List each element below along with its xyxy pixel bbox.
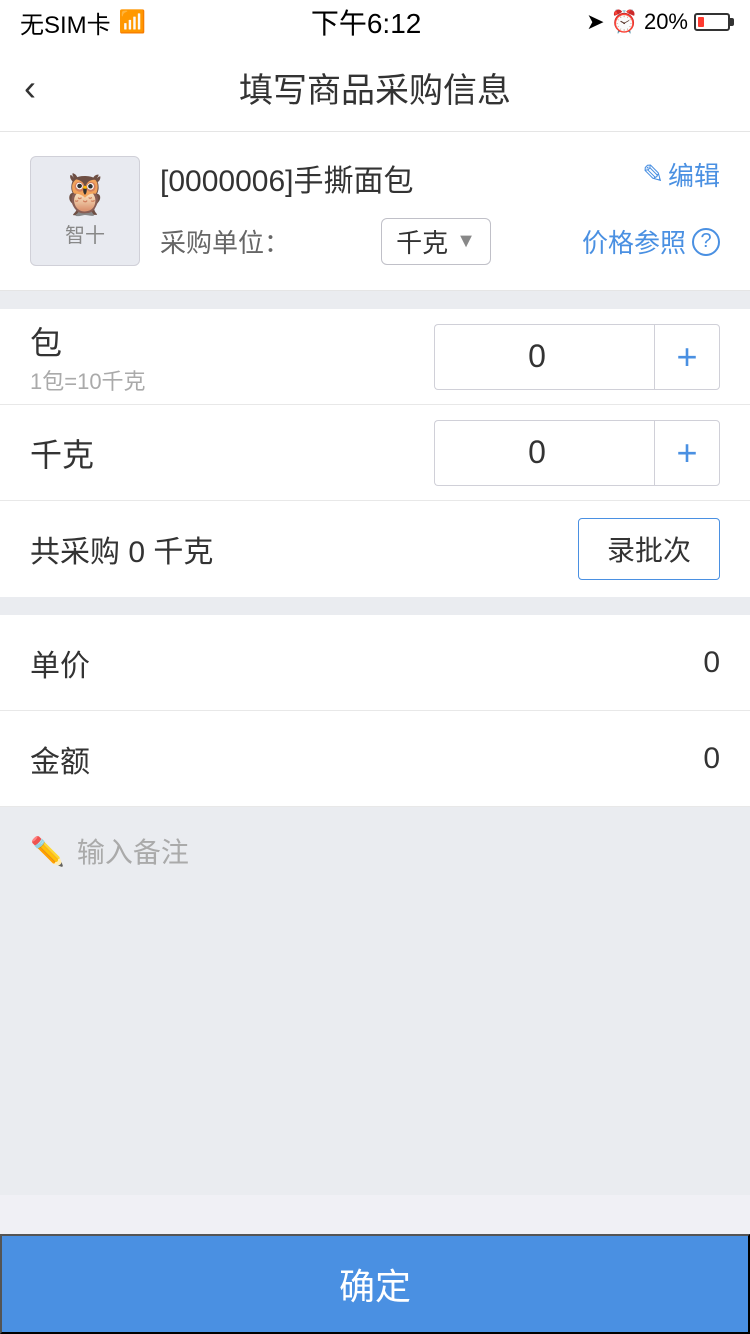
price-section: 单价 0 金额 0	[0, 615, 750, 807]
remark-placeholder: 输入备注	[77, 831, 189, 871]
remark-section[interactable]: ✏️ 输入备注	[0, 807, 750, 895]
unit-price-value: 0	[703, 646, 720, 680]
wifi-icon: 📶	[119, 9, 146, 35]
status-bar: 无SIM卡 📶 下午6:12 ➤ ⏰ 20%	[0, 0, 750, 44]
page-title: 填写商品采购信息	[239, 63, 511, 112]
bao-main-label: 包	[30, 318, 170, 364]
pencil-icon: ✏️	[30, 835, 65, 868]
product-logo-icon: 🦉	[60, 175, 110, 215]
bao-sub-label: 1包=10千克	[30, 364, 170, 396]
kilogram-input-right: +	[170, 420, 720, 486]
product-name-row: [0000006]手撕面包 ✎ 编辑	[160, 156, 720, 200]
amount-label: 金额	[30, 737, 90, 781]
input-section: 包 1包=10千克 + 千克 + 共采购 0 千克 录批次	[0, 309, 750, 597]
product-card: 🦉 智十 [0000006]手撕面包 ✎ 编辑 采购单位： 千克 ▼ 价格参照 …	[0, 132, 750, 291]
purchase-unit-row: 采购单位： 千克 ▼ 价格参照 ?	[160, 218, 720, 265]
unit-price-row: 单价 0	[0, 615, 750, 711]
edit-button[interactable]: ✎ 编辑	[642, 156, 720, 193]
back-button[interactable]: ‹	[24, 67, 36, 109]
unit-value: 千克	[396, 223, 448, 260]
bao-label-group: 包 1包=10千克	[30, 318, 170, 396]
dropdown-arrow-icon: ▼	[456, 230, 476, 253]
kilogram-plus-button[interactable]: +	[654, 420, 720, 486]
product-image: 🦉 智十	[30, 156, 140, 266]
status-right: ➤ ⏰ 20%	[586, 9, 730, 35]
empty-area	[0, 895, 750, 1195]
summary-row: 共采购 0 千克 录批次	[0, 501, 750, 597]
batch-button[interactable]: 录批次	[578, 518, 720, 580]
status-time: 下午6:12	[311, 2, 422, 42]
alarm-icon: ⏰	[611, 9, 638, 35]
kilogram-quantity-input[interactable]	[434, 420, 654, 486]
unit-label: 采购单位：	[160, 223, 290, 260]
summary-text: 共采购 0 千克	[30, 527, 213, 571]
bao-quantity-input[interactable]	[434, 324, 654, 390]
kilogram-main-label: 千克	[30, 430, 170, 476]
location-icon: ➤	[586, 9, 604, 35]
edit-icon: ✎	[642, 159, 664, 190]
unit-price-label: 单价	[30, 641, 90, 685]
product-name: [0000006]手撕面包	[160, 156, 632, 200]
amount-row: 金额 0	[0, 711, 750, 807]
battery-icon	[694, 13, 730, 31]
divider-middle	[0, 597, 750, 615]
battery-percent: 20%	[644, 9, 688, 35]
confirm-button[interactable]: 确定	[0, 1234, 750, 1334]
status-left: 无SIM卡 📶	[20, 5, 146, 40]
unit-selector[interactable]: 千克 ▼	[381, 218, 491, 265]
price-ref-button[interactable]: 价格参照 ?	[582, 223, 720, 260]
kilogram-input-row: 千克 +	[0, 405, 750, 501]
product-info: [0000006]手撕面包 ✎ 编辑 采购单位： 千克 ▼ 价格参照 ?	[160, 156, 720, 265]
product-logo-text: 智十	[65, 219, 105, 248]
amount-value: 0	[703, 742, 720, 776]
header: ‹ 填写商品采购信息	[0, 44, 750, 132]
kilogram-label-group: 千克	[30, 430, 170, 476]
help-icon: ?	[692, 228, 720, 256]
bao-plus-button[interactable]: +	[654, 324, 720, 390]
bao-input-right: +	[170, 324, 720, 390]
sim-text: 无SIM卡	[20, 5, 111, 40]
bao-input-row: 包 1包=10千克 +	[0, 309, 750, 405]
divider-top	[0, 291, 750, 309]
